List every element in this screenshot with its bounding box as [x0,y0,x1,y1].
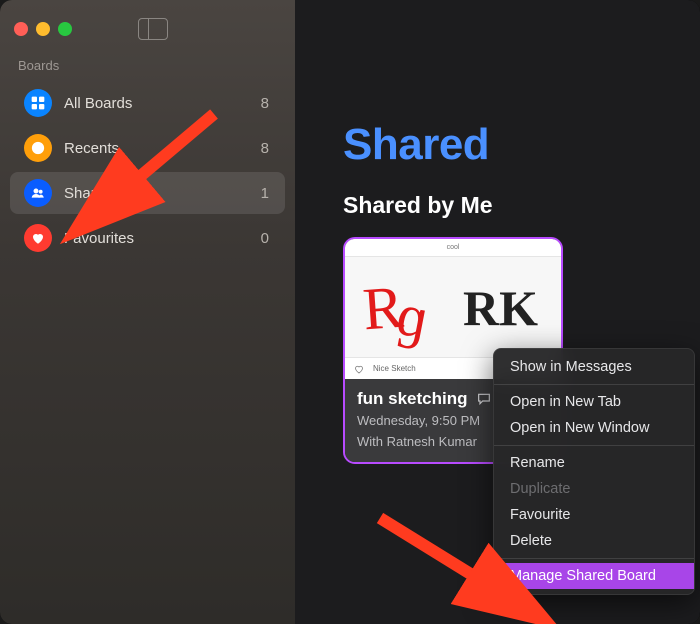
menu-separator [494,558,694,559]
sidebar-item-count: 8 [261,95,269,112]
sidebar-item-label: Recents [64,140,119,157]
sketch-red-initials: Rɡ [361,271,436,345]
sidebar: Boards All Boards 8 Recents 8 Shared 1 [0,0,295,624]
boards-grid-icon [24,89,52,117]
page-title: Shared [343,120,700,170]
menu-open-new-tab[interactable]: Open in New Tab [494,389,694,415]
menu-rename[interactable]: Rename [494,450,694,476]
menu-manage-shared-board[interactable]: Manage Shared Board [494,563,694,589]
clock-icon [24,134,52,162]
titlebar [0,10,295,54]
chat-bubble-icon [476,391,492,407]
menu-delete[interactable]: Delete [494,528,694,554]
thumbnail-footer-label: Nice Sketch [373,364,416,373]
sidebar-item-count: 0 [261,230,269,247]
menu-duplicate: Duplicate [494,476,694,502]
context-menu: Show in Messages Open in New Tab Open in… [493,348,695,595]
sidebar-item-shared[interactable]: Shared 1 [10,172,285,214]
sidebar-item-label: All Boards [64,95,132,112]
section-title: Shared by Me [343,192,700,219]
heart-outline-icon [353,363,365,375]
menu-favourite[interactable]: Favourite [494,502,694,528]
sketch-black-initials: RK [463,279,538,337]
window-controls [14,22,72,36]
sidebar-item-count: 8 [261,140,269,157]
heart-icon [24,224,52,252]
toggle-sidebar-icon[interactable] [138,18,168,40]
menu-show-in-messages[interactable]: Show in Messages [494,354,694,380]
sidebar-section-label: Boards [0,54,295,79]
sidebar-item-label: Shared [64,185,112,202]
thumbnail-top-label: cool [345,239,561,257]
minimize-button[interactable] [36,22,50,36]
board-title: fun sketching [357,389,468,409]
sidebar-item-recents[interactable]: Recents 8 [10,127,285,169]
sidebar-item-label: Favourites [64,230,134,247]
close-button[interactable] [14,22,28,36]
sidebar-item-favourites[interactable]: Favourites 0 [10,217,285,259]
people-icon [24,179,52,207]
menu-open-new-window[interactable]: Open in New Window [494,415,694,441]
fullscreen-button[interactable] [58,22,72,36]
menu-separator [494,445,694,446]
sidebar-item-all-boards[interactable]: All Boards 8 [10,82,285,124]
menu-separator [494,384,694,385]
sidebar-item-count: 1 [261,185,269,202]
